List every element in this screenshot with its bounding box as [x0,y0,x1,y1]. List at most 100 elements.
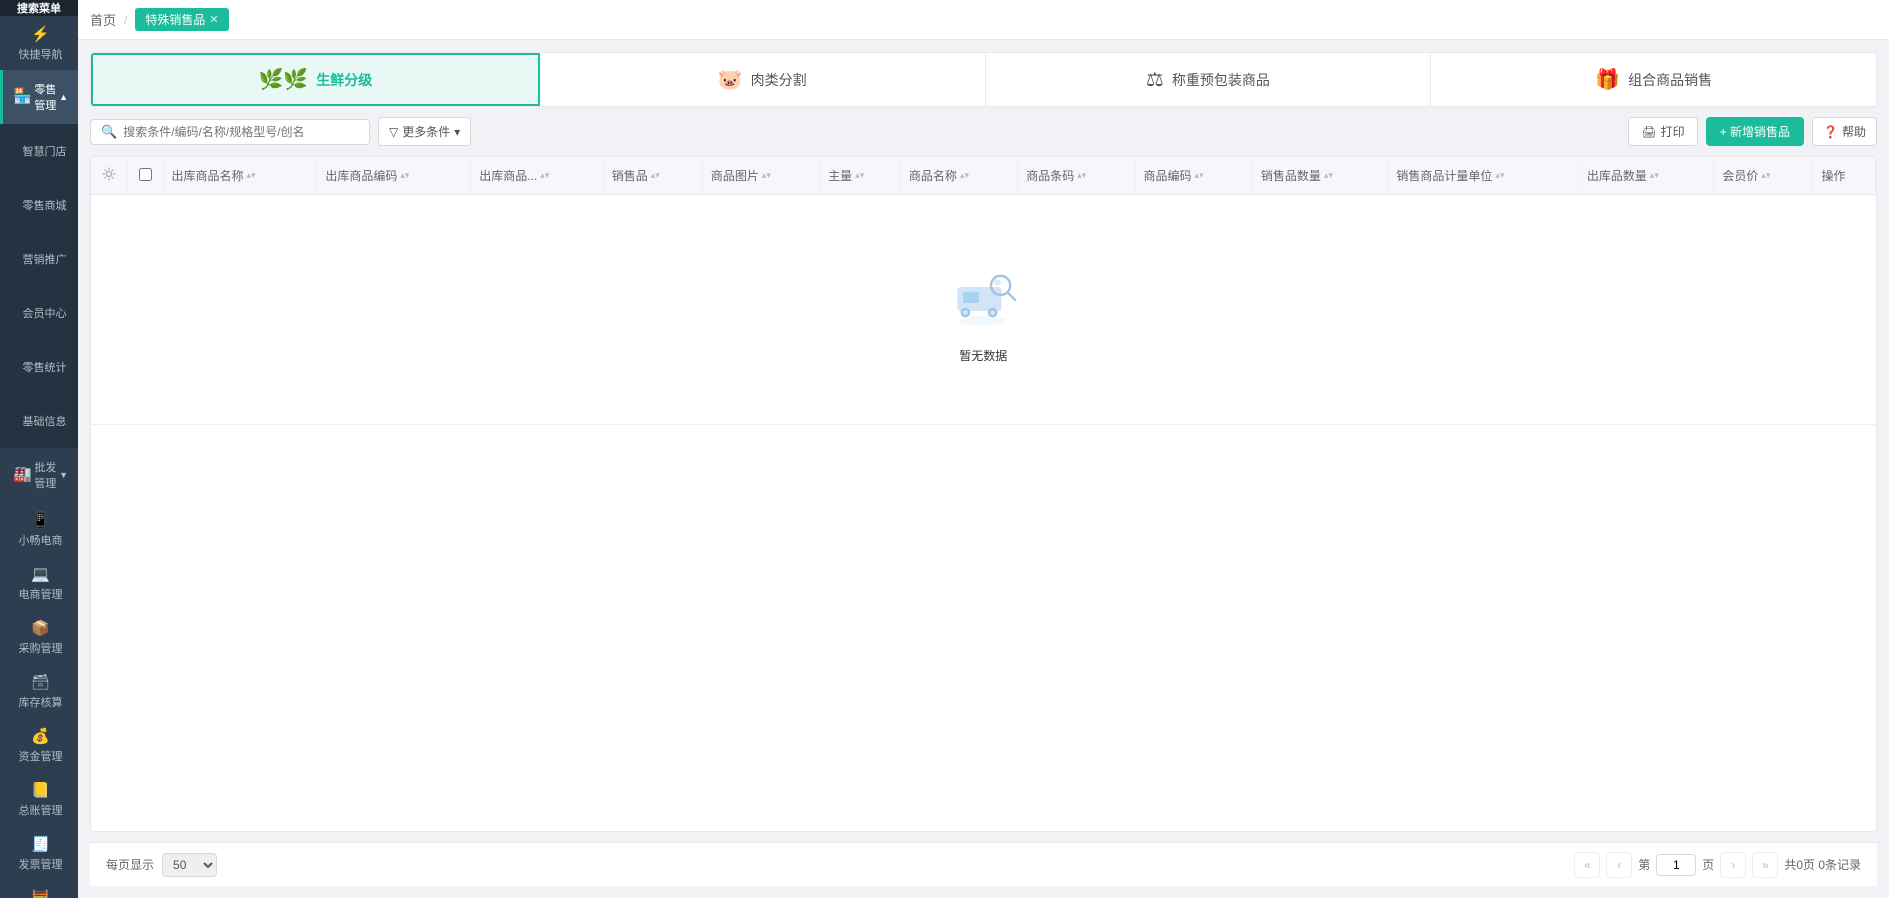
next-page-button[interactable]: › [1720,852,1746,878]
topbar: 首页 / 特殊销售品 ✕ [78,0,1889,40]
sidebar-item-basic-info[interactable]: 基础信息 [0,394,78,448]
col-product-name[interactable]: 商品名称 ▴▾ [900,157,1017,195]
retail-mgmt-icon: 🏪 [13,87,32,105]
sort-icon-sales-item: ▴▾ [651,170,660,181]
prev-page-button[interactable]: ‹ [1606,852,1632,878]
quick-nav-label: 快捷导航 [19,46,63,62]
retail-mall-label: 零售商城 [23,197,67,213]
toolbar-right: 🖨 打印 + 新增销售品 ❓ 帮助 [1628,117,1877,146]
search-box[interactable]: 🔍 [90,119,370,145]
col-sales-unit[interactable]: 销售商品计量单位 ▴▾ [1388,157,1578,195]
empty-illustration [943,255,1023,335]
col-member-price-label: 会员价 [1722,167,1758,184]
next-page-icon: › [1731,858,1735,872]
ecom-mgmt-icon: 💻 [31,565,50,583]
retail-mgmt-label: 零售管理 [32,81,59,113]
data-table: 出库商品名称 ▴▾ 出库商品编码 ▴▾ 出库商品 [91,157,1876,425]
print-button[interactable]: 🖨 打印 [1628,117,1697,146]
basic-info-label: 基础信息 [23,413,67,429]
finance-icon: 💰 [31,727,50,745]
col-out-qty[interactable]: 出库品数量 ▴▾ [1578,157,1714,195]
empty-row: 暂无数据 [91,195,1876,425]
page-size-select[interactable]: 20 50 100 [162,853,217,877]
sidebar-item-wholesale[interactable]: 🏭 批发管理 ▼ [0,448,78,502]
cat-tab-fresh-grade[interactable]: 🌿🌿 生鲜分级 [91,53,540,106]
col-product-img-label: 商品图片 [711,167,759,184]
sidebar-item-ledger[interactable]: 📒 总账管理 [0,772,78,826]
sidebar-item-finance[interactable]: 💰 资金管理 [0,718,78,772]
page-input[interactable] [1656,854,1696,876]
help-button[interactable]: ❓ 帮助 [1812,117,1877,146]
empty-cell: 暂无数据 [91,195,1876,425]
sort-icon-out-spec: ▴▾ [540,170,549,181]
content-area: 🌿🌿 生鲜分级 🐷 肉类分割 ⚖ 称重预包装商品 🎁 组合商品销售 🔍 [78,40,1889,898]
sidebar-item-purchase[interactable]: 📦 采购管理 [0,610,78,664]
col-product-img[interactable]: 商品图片 ▴▾ [702,157,819,195]
col-product-code[interactable]: 商品编码 ▴▾ [1135,157,1252,195]
cat-tab-combo-sales[interactable]: 🎁 组合商品销售 [1431,53,1876,106]
sort-icon-out-name: ▴▾ [247,170,256,181]
total-text: 共0页 0条记录 [1784,856,1861,873]
sidebar-item-smart-store[interactable]: 智慧门店 [0,124,78,178]
sidebar-item-quick-nav[interactable]: ⚡ 快捷导航 [0,16,78,70]
col-out-name[interactable]: 出库商品名称 ▴▾ [163,157,317,195]
add-label: + 新增销售品 [1720,123,1790,140]
page-label: 第 [1638,856,1650,873]
col-sales-qty[interactable]: 销售品数量 ▴▾ [1252,157,1388,195]
sort-icon-barcode: ▴▾ [1077,170,1086,181]
sidebar-item-retail-mgmt[interactable]: 🏪 零售管理 ▲ [0,70,78,124]
col-check[interactable] [127,157,163,195]
sidebar-item-mini-ecom[interactable]: 📱 小畅电商 [0,502,78,556]
sidebar-item-tax[interactable]: 🧮 税务管理 [0,880,78,898]
purchase-icon: 📦 [31,619,50,637]
col-member-price[interactable]: 会员价 ▴▾ [1714,157,1813,195]
table-body: 暂无数据 [91,195,1876,425]
search-input[interactable] [123,125,359,139]
active-tab-tag[interactable]: 特殊销售品 ✕ [135,8,228,31]
col-gear[interactable] [91,157,127,195]
sidebar-item-member[interactable]: 会员中心 [0,286,78,340]
col-out-spec[interactable]: 出库商品... ▴▾ [471,157,604,195]
breadcrumb-home[interactable]: 首页 [90,10,116,29]
toolbar-left: 🔍 ▽ 更多条件 ▾ [90,117,471,146]
col-barcode[interactable]: 商品条码 ▴▾ [1018,157,1135,195]
invoice-label: 发票管理 [19,856,63,872]
pagination-bar: 每页显示 20 50 100 « ‹ 第 页 › [90,842,1877,886]
sidebar-item-inventory[interactable]: 🗃 库存核算 [0,664,78,718]
tax-icon: 🧮 [31,889,50,898]
mini-ecom-icon: 📱 [31,511,50,529]
select-all-checkbox[interactable] [139,168,152,181]
col-product-code-label: 商品编码 [1144,167,1192,184]
fresh-grade-icon: 🌿🌿 [258,67,308,92]
cat-tab-weigh-pack[interactable]: ⚖ 称重预包装商品 [986,53,1432,106]
col-out-code[interactable]: 出库商品编码 ▴▾ [317,157,471,195]
add-button[interactable]: + 新增销售品 [1706,117,1804,146]
sidebar-item-promotion[interactable]: 营销推广 [0,232,78,286]
sort-icon-product-name: ▴▾ [960,170,969,181]
retail-mgmt-arrow: ▲ [59,92,68,102]
sidebar-logo[interactable]: 搜索菜单 [0,0,78,16]
sidebar-item-retail-mall[interactable]: 零售商城 [0,178,78,232]
main-area: 首页 / 特殊销售品 ✕ 🌿🌿 生鲜分级 🐷 肉类分割 ⚖ 称重预包装商品 🎁 [78,0,1889,898]
print-label: 打印 [1661,123,1685,140]
col-out-name-label: 出库商品名称 [172,167,244,184]
cat-tab-meat-split[interactable]: 🐷 肉类分割 [540,53,986,106]
ecom-mgmt-label: 电商管理 [19,586,63,602]
quick-nav-icon: ⚡ [31,25,50,43]
col-product-name-label: 商品名称 [909,167,957,184]
sidebar-logo-text: 搜索菜单 [17,0,61,16]
last-page-button[interactable]: » [1752,852,1778,878]
page-size-label: 每页显示 [106,856,154,873]
first-page-button[interactable]: « [1574,852,1600,878]
sidebar-item-invoice[interactable]: 🧾 发票管理 [0,826,78,880]
meat-split-label: 肉类分割 [751,70,807,90]
col-main-weight[interactable]: 主量 ▴▾ [820,157,901,195]
filter-button[interactable]: ▽ 更多条件 ▾ [378,117,471,146]
filter-chevron-icon: ▾ [454,125,460,139]
sidebar-item-retail-stats[interactable]: 零售统计 [0,340,78,394]
sidebar-item-ecom-mgmt[interactable]: 💻 电商管理 [0,556,78,610]
tab-close-icon[interactable]: ✕ [209,13,218,26]
retail-stats-label: 零售统计 [23,359,67,375]
sort-icon-main-weight: ▴▾ [855,170,864,181]
col-sales-item[interactable]: 销售品 ▴▾ [603,157,702,195]
